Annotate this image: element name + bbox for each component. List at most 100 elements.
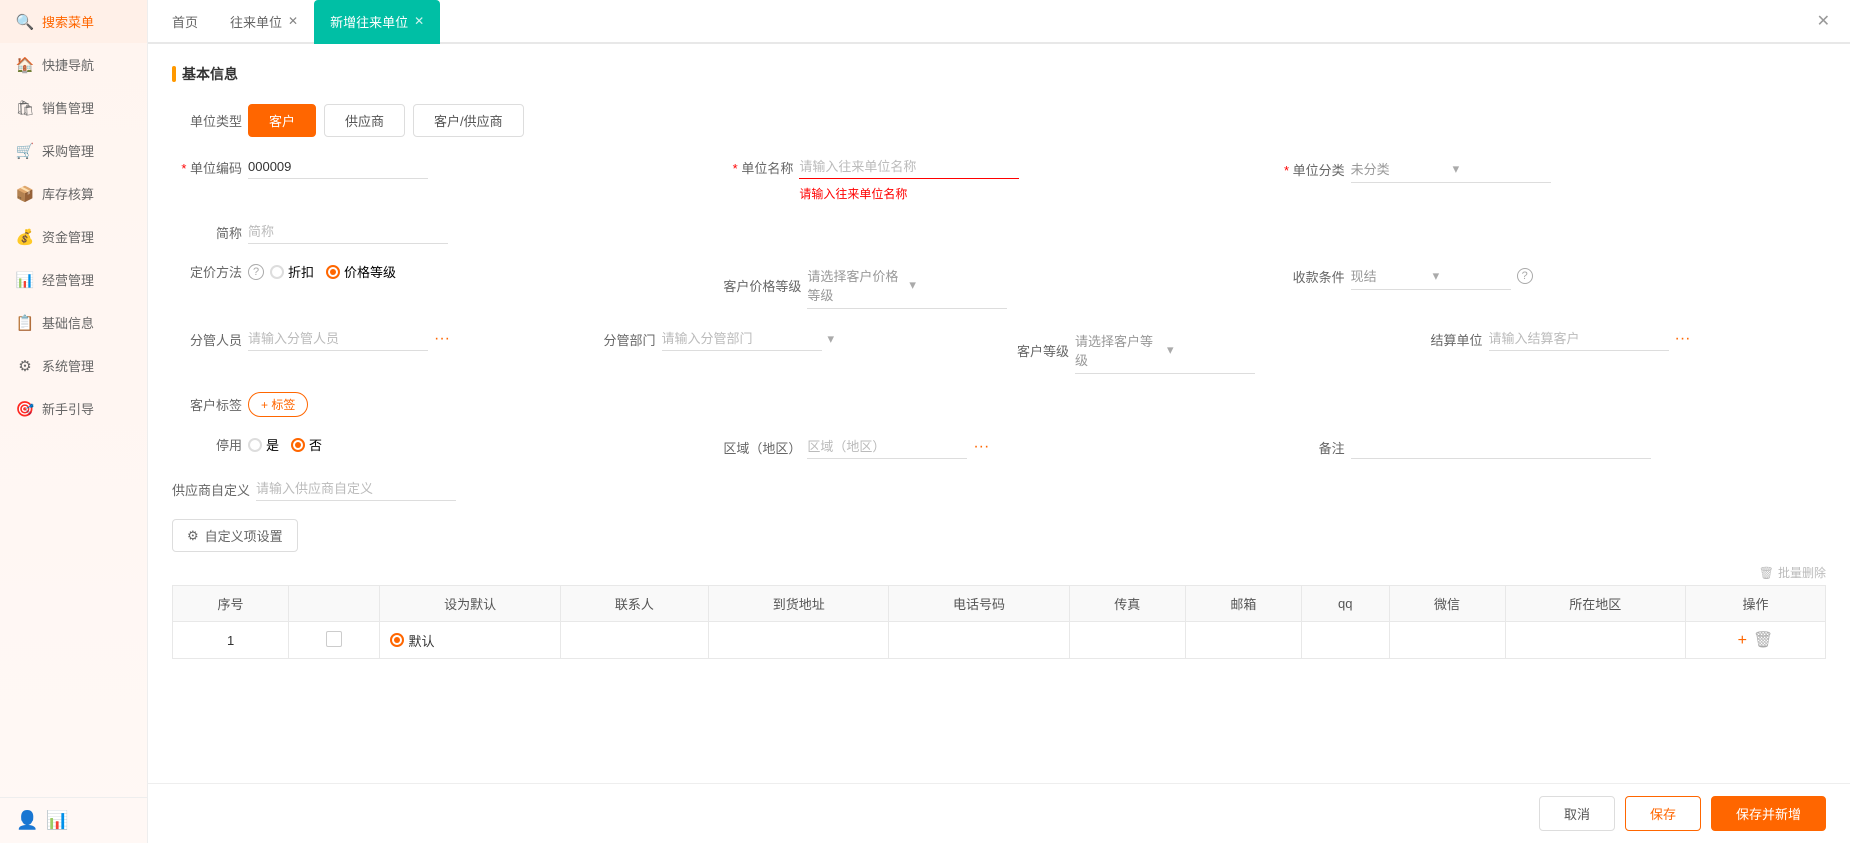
table-header: 传真 <box>1069 586 1185 622</box>
payment-help-icon[interactable]: ? <box>1517 268 1533 284</box>
pricing-help-icon[interactable]: ? <box>248 264 264 280</box>
settlement-input[interactable] <box>1489 327 1669 351</box>
payment-select[interactable]: 现结 ▾ <box>1351 262 1511 290</box>
table-header: 微信 <box>1389 586 1505 622</box>
manager-row: 分管人员 ··· 分管部门 ▾ 客户等级 请选择客户等级 ▾ 结算单位 <box>172 327 1826 374</box>
sidebar-label-search: 搜索菜单 <box>42 12 94 31</box>
region-dots-button[interactable]: ··· <box>973 438 989 456</box>
sidebar-item-sales[interactable]: 🛍销售管理 <box>0 86 147 129</box>
pricing-level-radio[interactable] <box>326 265 340 279</box>
abbr-field: 简称 <box>172 220 1826 244</box>
disable-yes-radio[interactable] <box>248 438 262 452</box>
pricing-discount-option[interactable]: 折扣 <box>270 262 314 281</box>
delete-row-button[interactable]: 🗑 <box>1753 632 1773 649</box>
sidebar-item-system[interactable]: ⚙系统管理 <box>0 344 147 387</box>
cell-所在地区 <box>1505 622 1685 659</box>
sidebar-bottom: 👤 📊 <box>0 797 147 843</box>
payment-label: 收款条件 <box>1275 267 1345 286</box>
table-header: 到货地址 <box>709 586 889 622</box>
default-radio[interactable] <box>390 633 404 647</box>
sidebar-item-inventory[interactable]: 📦 库存核算 <box>0 172 147 215</box>
chevron-down-icon3: ▾ <box>1433 268 1511 284</box>
dept-input[interactable] <box>662 327 822 351</box>
custom-settings-button[interactable]: ⚙ 自定义项设置 <box>172 519 298 552</box>
add-tag-button[interactable]: + 标签 <box>248 392 308 417</box>
manager-field: 分管人员 ··· <box>172 327 586 351</box>
unit-type-both-button[interactable]: 客户/供应商 <box>413 104 524 137</box>
cell-default[interactable]: 默认 <box>380 622 560 659</box>
remarks-label: 备注 <box>1275 438 1345 457</box>
cell-seq: 1 <box>173 622 289 659</box>
unit-name-label: 单位名称 <box>723 158 793 177</box>
manager-dots-button[interactable]: ··· <box>434 330 450 348</box>
gear-icon: ⚙ <box>187 528 199 544</box>
cell-ops[interactable]: +🗑 <box>1685 622 1825 659</box>
disable-no-radio[interactable] <box>291 438 305 452</box>
default-label: 默认 <box>408 631 434 650</box>
default-radio-item[interactable]: 默认 <box>390 631 549 650</box>
unit-code-input[interactable] <box>248 155 428 179</box>
remarks-input[interactable] <box>1351 435 1651 459</box>
abbr-input[interactable] <box>248 220 448 244</box>
unit-category-select[interactable]: 未分类 ▾ <box>1351 155 1551 183</box>
sidebar-item-quicknav[interactable]: 🏠快捷导航 <box>0 43 147 86</box>
manager-input[interactable] <box>248 327 428 351</box>
sidebar-label-inventory: 库存核算 <box>42 184 94 203</box>
pricing-radio-group: 折扣 价格等级 <box>270 262 396 281</box>
pricing-discount-label: 折扣 <box>288 262 314 281</box>
sidebar-icon-system: ⚙ <box>16 357 34 375</box>
unit-category-label: 单位分类 <box>1275 160 1345 179</box>
unit-name-field: 单位名称 请输入往来单位名称 <box>723 155 1274 202</box>
sidebar-item-operation[interactable]: 📊经营管理 <box>0 258 147 301</box>
region-input[interactable] <box>807 435 967 459</box>
settlement-dots-button[interactable]: ··· <box>1675 330 1691 348</box>
sidebar: 🔍搜索菜单🏠快捷导航🛍销售管理🛒采购管理 📦 库存核算 💰资金管理📊经营管理📋基础信息… <box>0 0 148 843</box>
save-and-add-button[interactable]: 保存并新增 <box>1711 796 1826 831</box>
disable-no-option[interactable]: 否 <box>291 435 322 454</box>
pricing-discount-radio[interactable] <box>270 265 284 279</box>
cell-qq <box>1301 622 1389 659</box>
dept-field: 分管部门 ▾ <box>586 327 1000 351</box>
sidebar-item-purchase[interactable]: 🛒采购管理 <box>0 129 147 172</box>
tab-close-partners[interactable]: ✕ <box>288 14 298 28</box>
sidebar-item-search[interactable]: 🔍搜索菜单 <box>0 0 147 43</box>
supplier-custom-label: 供应商自定义 <box>172 480 250 499</box>
disable-yes-option[interactable]: 是 <box>248 435 279 454</box>
sidebar-item-basic[interactable]: 📋基础信息 <box>0 301 147 344</box>
sidebar-icon-inventory: 📦 <box>16 185 34 203</box>
sidebar-item-finance[interactable]: 💰资金管理 <box>0 215 147 258</box>
disable-row: 停用 是 否 区域（地区） <box>172 435 1826 459</box>
tab-new-partner[interactable]: 新增往来单位 ✕ <box>314 0 440 44</box>
table-header: 电话号码 <box>889 586 1069 622</box>
sidebar-label-finance: 资金管理 <box>42 227 94 246</box>
dept-chevron-icon: ▾ <box>828 331 835 347</box>
tab-close-new-partner[interactable]: ✕ <box>414 14 424 28</box>
chevron-down-icon2: ▾ <box>909 277 1007 293</box>
unit-type-row: 单位类型 客户供应商客户/供应商 <box>172 104 1826 137</box>
cell-邮箱 <box>1185 622 1301 659</box>
tab-home[interactable]: 首页 <box>156 0 214 44</box>
unit-type-field: 单位类型 客户供应商客户/供应商 <box>172 104 1826 137</box>
cust-price-placeholder: 请选择客户价格等级 <box>807 266 905 304</box>
supplier-custom-input[interactable] <box>256 477 456 501</box>
unit-name-error: 请输入往来单位名称 <box>799 187 907 201</box>
cust-price-select[interactable]: 请选择客户价格等级 ▾ <box>807 262 1007 309</box>
cust-level-select[interactable]: 请选择客户等级 ▾ <box>1075 327 1255 374</box>
save-button[interactable]: 保存 <box>1625 796 1701 831</box>
batch-delete-label[interactable]: 批量删除 <box>1778 564 1826 581</box>
tab-partners[interactable]: 往来单位 ✕ <box>214 0 314 44</box>
table-header: 邮箱 <box>1185 586 1301 622</box>
sidebar-item-guide[interactable]: 🎯新手引导 <box>0 387 147 430</box>
unit-name-input[interactable] <box>799 155 1019 179</box>
close-window-button[interactable]: ✕ <box>1805 11 1842 31</box>
pricing-level-option[interactable]: 价格等级 <box>326 262 396 281</box>
add-row-button[interactable]: + <box>1738 632 1747 649</box>
unit-type-customer-button[interactable]: 客户 <box>248 104 316 137</box>
cell-check[interactable] <box>289 622 380 659</box>
supplier-custom-row: 供应商自定义 <box>172 477 1826 501</box>
unit-category-value: 未分类 <box>1351 159 1449 178</box>
cancel-button[interactable]: 取消 <box>1539 796 1615 831</box>
tab-label-new-partner: 新增往来单位 <box>330 12 408 31</box>
row-checkbox[interactable] <box>326 631 342 647</box>
unit-type-supplier-button[interactable]: 供应商 <box>324 104 405 137</box>
